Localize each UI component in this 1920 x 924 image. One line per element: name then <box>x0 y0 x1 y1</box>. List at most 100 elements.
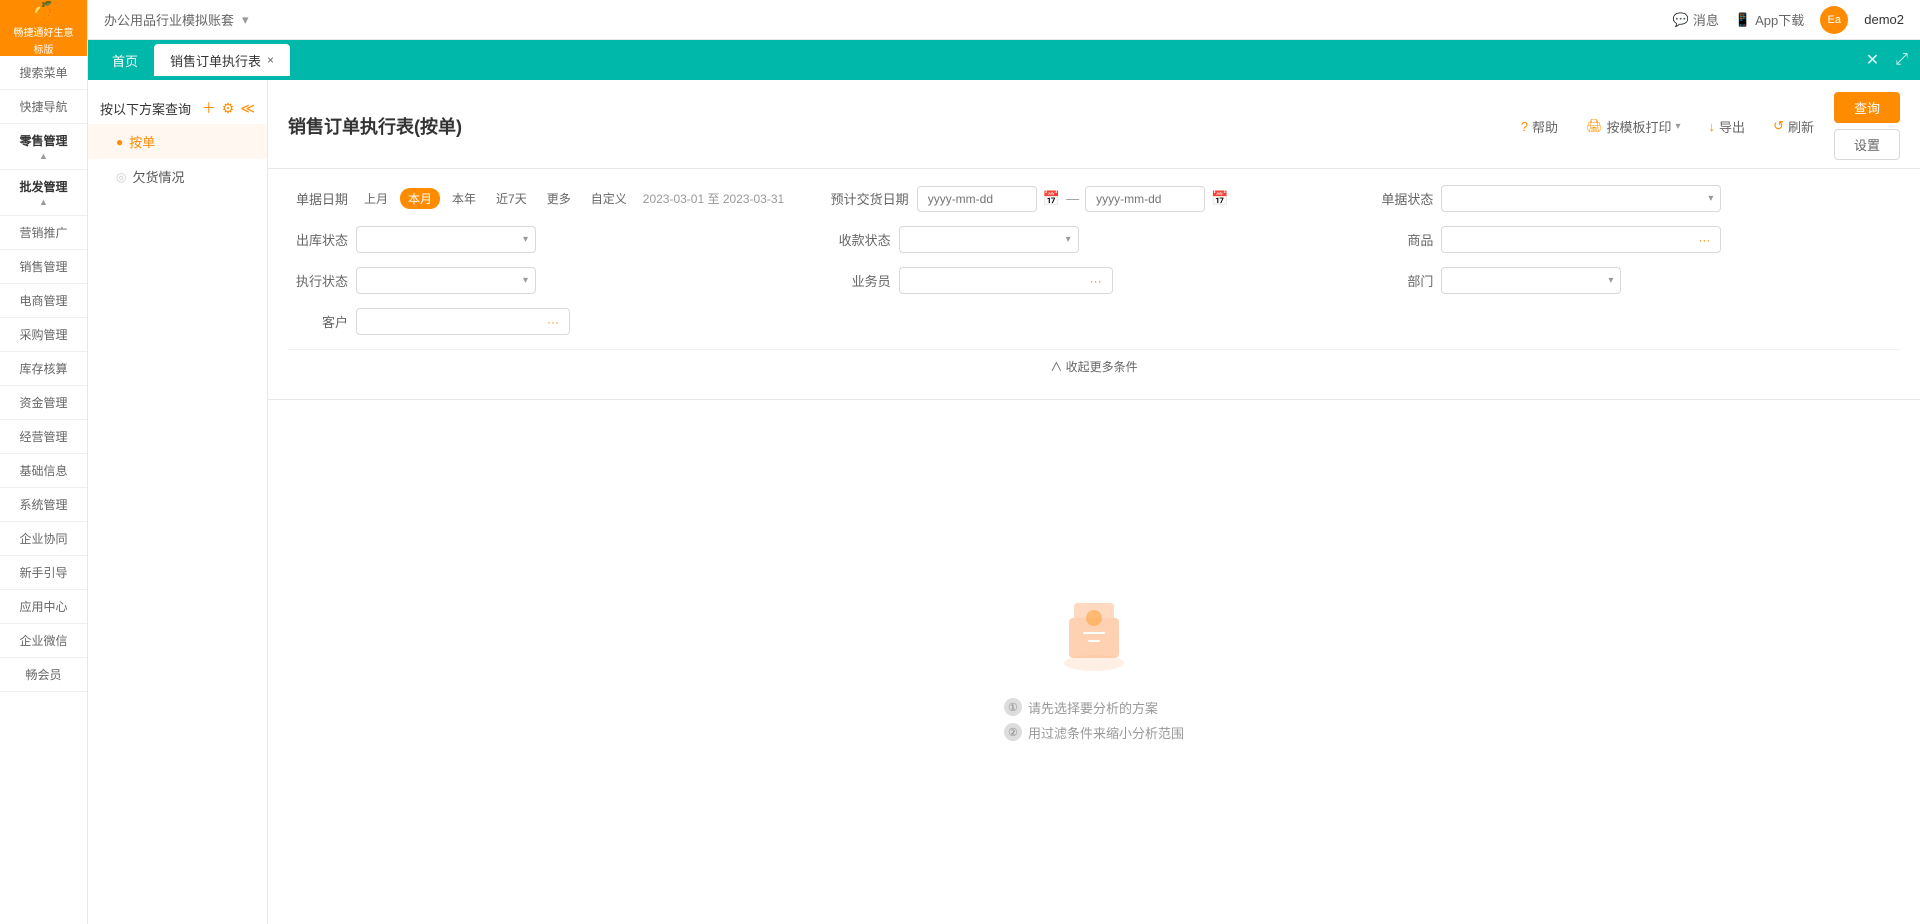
sidebar-search[interactable]: 搜索菜单 <box>0 56 87 90</box>
left-panel-header: 按以下方案查询 ＋ ⚙ ≪ <box>88 92 267 124</box>
top-header-right: 💬 消息 📱 App下载 Ea demo2 <box>1673 6 1904 34</box>
print-button[interactable]: 🖨 按模板打印 ▾ <box>1578 113 1689 140</box>
sidebar-item-member[interactable]: 畅会员 <box>0 658 87 692</box>
sidebar-item-retail[interactable]: 零售管理 ▲ <box>0 124 87 170</box>
salesman-dots-button[interactable]: ··· <box>1090 274 1102 288</box>
empty-state: ① 请先选择要分析的方案 ② 用过滤条件来缩小分析范围 <box>268 400 1920 924</box>
salesman-input[interactable] <box>910 273 1086 288</box>
app-download-button[interactable]: 📱 App下载 <box>1735 10 1804 29</box>
exec-status-label: 执行状态 <box>288 271 348 290</box>
right-content: 销售订单执行表(按单) ? 帮助 🖨 按模板打印 ▾ ↓ 导出 <box>268 80 1920 924</box>
sidebar-item-inventory[interactable]: 库存核算 <box>0 352 87 386</box>
tip-text-1: 请先选择要分析的方案 <box>1028 698 1158 717</box>
customer-filter: 客户 ··· <box>288 308 1900 335</box>
date-tab-more[interactable]: 更多 <box>539 188 579 209</box>
message-button[interactable]: 💬 消息 <box>1673 10 1719 29</box>
date-tab-lastmonth[interactable]: 上月 <box>356 188 396 209</box>
filter-area: 单据日期 上月 本月 本年 近7天 更多 自定义 2023-03-01 至 20… <box>268 169 1920 400</box>
industry-dropdown-icon[interactable]: ▾ <box>242 12 249 28</box>
sidebar-item-finance[interactable]: 资金管理 <box>0 386 87 420</box>
status-select-wrapper: ▾ <box>1441 185 1721 212</box>
query-settings-group: 查询 设置 <box>1834 92 1900 160</box>
refresh-button[interactable]: ↺ 刷新 <box>1765 113 1822 140</box>
date-label: 单据日期 <box>288 189 348 208</box>
logo: 🍊 畅捷通好生意 标版 <box>0 0 87 56</box>
date-input-group: 📅 — 📅 <box>917 186 1229 212</box>
scheme-inactive-icon: ◎ <box>116 170 126 184</box>
username: demo2 <box>1864 12 1904 27</box>
tip-num-2: ② <box>1004 723 1022 741</box>
customer-dots-button[interactable]: ··· <box>547 315 559 329</box>
tab-close-icon[interactable]: × <box>267 53 274 67</box>
goods-dots-button[interactable]: ··· <box>1698 233 1710 247</box>
date-filter: 单据日期 上月 本月 本年 近7天 更多 自定义 2023-03-01 至 20… <box>288 188 815 209</box>
status-select[interactable] <box>1441 185 1721 212</box>
scheme-item-by-order[interactable]: ● 按单 <box>88 124 267 159</box>
collapse-icon: ∧ <box>1050 360 1062 374</box>
sidebar-item-ecommerce[interactable]: 电商管理 <box>0 284 87 318</box>
tab-close-all-icon[interactable]: ✕ <box>1862 46 1883 74</box>
sidebar-item-enterprise[interactable]: 企业协同 <box>0 522 87 556</box>
expected-date-end[interactable] <box>1085 186 1205 212</box>
add-scheme-button[interactable]: ＋ <box>202 98 216 118</box>
collapse-bar[interactable]: ∧ 收起更多条件 <box>288 349 1900 383</box>
tip-text-2: 用过滤条件来缩小分析范围 <box>1028 723 1184 742</box>
payment-status-select[interactable] <box>899 226 1079 253</box>
sidebar-item-purchase[interactable]: 采购管理 <box>0 318 87 352</box>
sidebar-item-operations[interactable]: 经营管理 <box>0 420 87 454</box>
calendar-icon-end[interactable]: 📅 <box>1211 190 1228 207</box>
tab-sales-exec[interactable]: 销售订单执行表 × <box>154 44 290 76</box>
exec-status-select[interactable] <box>356 267 536 294</box>
sidebar-item-basic[interactable]: 基础信息 <box>0 454 87 488</box>
sidebar-item-appstore[interactable]: 应用中心 <box>0 590 87 624</box>
expected-date-start[interactable] <box>917 186 1037 212</box>
page-title: 销售订单执行表(按单) <box>288 113 462 139</box>
date-tab-thisyear[interactable]: 本年 <box>444 188 484 209</box>
date-tab-last7[interactable]: 近7天 <box>488 188 535 209</box>
page-header: 销售订单执行表(按单) ? 帮助 🖨 按模板打印 ▾ ↓ 导出 <box>268 80 1920 169</box>
sidebar-item-system[interactable]: 系统管理 <box>0 488 87 522</box>
help-button[interactable]: ? 帮助 <box>1513 113 1566 140</box>
settings-button[interactable]: 设置 <box>1834 129 1900 160</box>
avatar[interactable]: Ea <box>1820 6 1848 34</box>
empty-tips: ① 请先选择要分析的方案 ② 用过滤条件来缩小分析范围 <box>1004 698 1184 742</box>
tab-maximize-icon[interactable]: ⤢ <box>1891 47 1912 73</box>
retail-arrow: ▲ <box>39 151 48 161</box>
sidebar-item-marketing[interactable]: 营销推广 <box>0 216 87 250</box>
sidebar-item-wholesale[interactable]: 批发管理 ▲ <box>0 170 87 216</box>
page-actions: ? 帮助 🖨 按模板打印 ▾ ↓ 导出 ↺ 刷新 <box>1513 92 1900 160</box>
collapse-panel-button[interactable]: ≪ <box>240 100 255 117</box>
dept-select[interactable] <box>1441 267 1621 294</box>
status-filter: 单据状态 ▾ <box>1373 185 1900 212</box>
goods-input[interactable] <box>1452 232 1694 247</box>
tab-home[interactable]: 首页 <box>96 44 154 76</box>
print-dropdown-icon: ▾ <box>1676 121 1681 132</box>
customer-input[interactable] <box>367 314 543 329</box>
payment-status-filter: 收款状态 ▾ <box>831 226 1358 253</box>
help-icon: ? <box>1521 119 1528 134</box>
app-icon: 📱 <box>1735 12 1751 28</box>
goods-filter: 商品 ··· <box>1373 226 1900 253</box>
delivery-select-wrapper: ▾ <box>356 226 536 253</box>
query-button[interactable]: 查询 <box>1834 92 1900 123</box>
date-tab-thismonth[interactable]: 本月 <box>400 188 440 209</box>
panel-title: 按以下方案查询 <box>100 99 191 118</box>
sidebar-item-wechat[interactable]: 企业微信 <box>0 624 87 658</box>
delivery-status-filter: 出库状态 ▾ <box>288 226 815 253</box>
scheme-item-backorder[interactable]: ◎ 欠货情况 <box>88 159 267 194</box>
sidebar-item-quicknav[interactable]: 快捷导航 <box>0 90 87 124</box>
goods-label: 商品 <box>1373 230 1433 249</box>
sidebar-item-newbie[interactable]: 新手引导 <box>0 556 87 590</box>
filter-row-4: 客户 ··· <box>288 308 1900 335</box>
export-icon: ↓ <box>1709 119 1716 134</box>
expected-date-label: 预计交货日期 <box>831 189 909 208</box>
date-tab-custom[interactable]: 自定义 <box>583 188 635 209</box>
delivery-status-select[interactable] <box>356 226 536 253</box>
settings-scheme-button[interactable]: ⚙ <box>222 100 235 117</box>
filter-row-3: 执行状态 ▾ 业务员 ··· <box>288 267 1900 294</box>
export-button[interactable]: ↓ 导出 <box>1701 113 1754 140</box>
sidebar-item-sales[interactable]: 销售管理 <box>0 250 87 284</box>
salesman-label: 业务员 <box>831 271 891 290</box>
empty-tip-1: ① 请先选择要分析的方案 <box>1004 698 1184 717</box>
calendar-icon-start[interactable]: 📅 <box>1043 190 1060 207</box>
